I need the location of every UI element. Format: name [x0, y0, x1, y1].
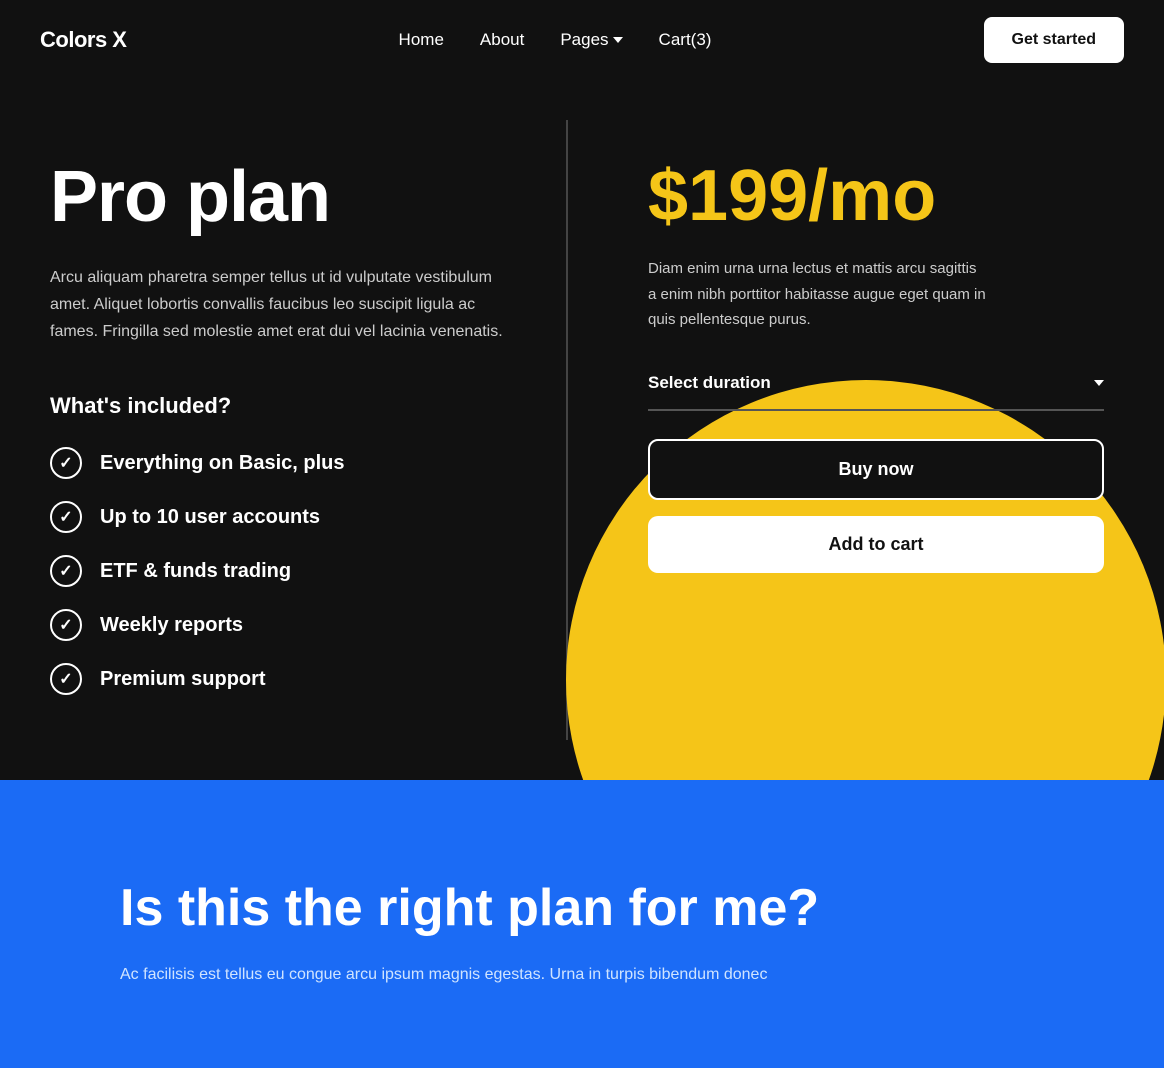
site-logo[interactable]: Colors X — [40, 27, 126, 53]
plan-description: Arcu aliquam pharetra semper tellus ut i… — [50, 264, 506, 346]
select-duration-label: Select duration — [648, 373, 771, 393]
check-icon-4 — [50, 609, 82, 641]
check-icon-1 — [50, 447, 82, 479]
check-icon-5 — [50, 663, 82, 695]
nav-cart[interactable]: Cart(3) — [659, 30, 712, 50]
duration-chevron-icon — [1094, 380, 1104, 386]
feature-item-3: ETF & funds trading — [50, 555, 506, 587]
price-display: $199/mo — [648, 160, 1104, 232]
nav-home[interactable]: Home — [399, 30, 444, 50]
feature-label-2: Up to 10 user accounts — [100, 506, 320, 529]
hero-left-panel: Pro plan Arcu aliquam pharetra semper te… — [0, 80, 566, 780]
feature-item-4: Weekly reports — [50, 609, 506, 641]
feature-label-1: Everything on Basic, plus — [100, 452, 345, 475]
feature-label-4: Weekly reports — [100, 614, 243, 637]
get-started-button[interactable]: Get started — [984, 17, 1124, 63]
price-description: Diam enim urna urna lectus et mattis arc… — [648, 256, 988, 333]
nav-links: Home About Pages Cart(3) — [399, 30, 712, 50]
blue-section-desc: Ac facilisis est tellus eu congue arcu i… — [120, 961, 820, 988]
feature-item-5: Premium support — [50, 663, 506, 695]
hero-right-panel: $199/mo Diam enim urna urna lectus et ma… — [568, 80, 1164, 780]
included-heading: What's included? — [50, 393, 506, 419]
feature-label-3: ETF & funds trading — [100, 560, 291, 583]
hero-section: Pro plan Arcu aliquam pharetra semper te… — [0, 80, 1164, 780]
blue-section-title: Is this the right plan for me? — [120, 880, 820, 937]
buy-now-button[interactable]: Buy now — [648, 439, 1104, 500]
navbar: Colors X Home About Pages Cart(3) Get st… — [0, 0, 1164, 80]
feature-list: Everything on Basic, plus Up to 10 user … — [50, 447, 506, 695]
plan-title: Pro plan — [50, 160, 506, 236]
select-duration-dropdown[interactable]: Select duration — [648, 373, 1104, 411]
feature-item-2: Up to 10 user accounts — [50, 501, 506, 533]
chevron-down-icon — [613, 37, 623, 43]
check-icon-3 — [50, 555, 82, 587]
feature-item-1: Everything on Basic, plus — [50, 447, 506, 479]
pricing-panel: $199/mo Diam enim urna urna lectus et ma… — [648, 160, 1104, 573]
feature-label-5: Premium support — [100, 668, 266, 691]
add-to-cart-button[interactable]: Add to cart — [648, 516, 1104, 573]
nav-about[interactable]: About — [480, 30, 524, 50]
nav-pages-dropdown[interactable]: Pages — [560, 30, 622, 50]
check-icon-2 — [50, 501, 82, 533]
blue-info-section: Is this the right plan for me? Ac facili… — [0, 780, 1164, 1068]
